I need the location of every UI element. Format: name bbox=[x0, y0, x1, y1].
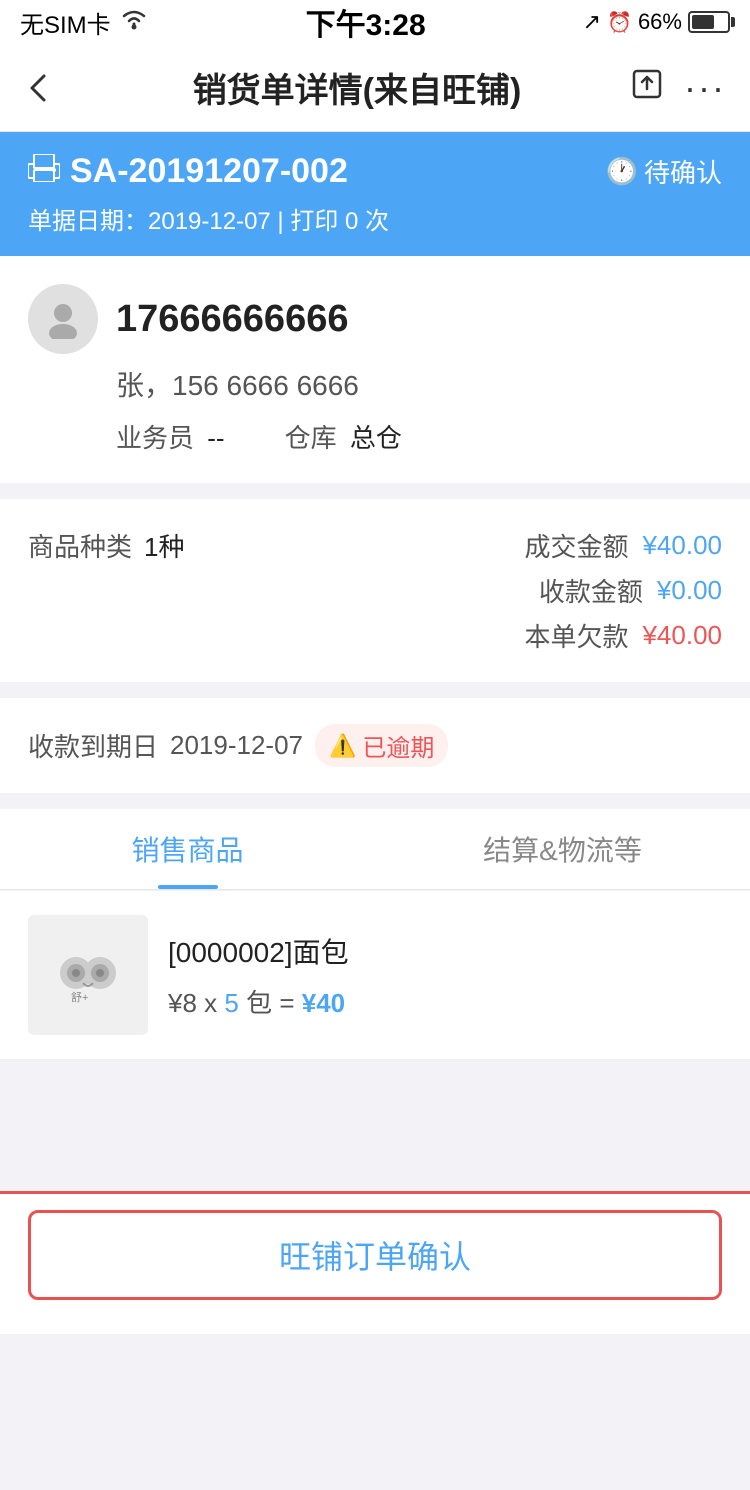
confirm-button[interactable]: 旺铺订单确认 bbox=[28, 1210, 722, 1300]
tabs-bar: 销售商品 结算&物流等 bbox=[0, 809, 750, 889]
product-price-formula: ¥8 x 5 包 = ¥40 bbox=[168, 983, 722, 1020]
bottom-bar: 旺铺订单确认 bbox=[0, 1191, 750, 1334]
owed-amount: 本单欠款 ¥40.00 bbox=[524, 617, 722, 654]
due-label: 收款到期日 bbox=[28, 727, 158, 764]
location-icon: ↗ bbox=[583, 9, 601, 35]
product-info: [0000002]面包 ¥8 x 5 包 = ¥40 bbox=[168, 931, 722, 1020]
battery-percent: 66% bbox=[638, 9, 682, 35]
received-amount: 收款金额 ¥0.00 bbox=[539, 572, 722, 609]
customer-meta: 业务员 -- 仓库 总仓 bbox=[28, 418, 722, 455]
order-status: 🕐 待确认 bbox=[606, 153, 722, 190]
product-thumbnail: 舒+ bbox=[28, 915, 148, 1035]
tab-sales-products[interactable]: 销售商品 bbox=[0, 809, 375, 889]
product-item: 舒+ [0000002]面包 ¥8 x 5 包 = ¥40 bbox=[0, 891, 750, 1060]
tabs-section: 销售商品 结算&物流等 bbox=[0, 809, 750, 890]
more-icon[interactable]: ··· bbox=[684, 67, 726, 109]
due-date-section: 收款到期日 2019-12-07 ⚠️ 已逾期 bbox=[0, 698, 750, 793]
status-carrier: 无SIM卡 bbox=[20, 5, 149, 40]
salesperson-field: 业务员 -- bbox=[116, 418, 225, 455]
status-time: 下午3:28 bbox=[306, 0, 426, 44]
order-date: 单据日期：2019-12-07 | 打印 0 次 bbox=[28, 201, 722, 236]
status-indicators: ↗ ⏰ 66% bbox=[583, 9, 730, 35]
customer-phone: 17666666666 bbox=[116, 298, 348, 341]
wifi-icon bbox=[119, 8, 149, 37]
products-section: 舒+ [0000002]面包 ¥8 x 5 包 = ¥40 bbox=[0, 891, 750, 1060]
order-id: SA-20191207-002 bbox=[28, 152, 348, 191]
tab-settle-logistics[interactable]: 结算&物流等 bbox=[375, 809, 750, 889]
overdue-badge: ⚠️ 已逾期 bbox=[315, 724, 448, 767]
clock-icon: 🕐 bbox=[606, 156, 638, 187]
avatar bbox=[28, 284, 98, 354]
battery-icon bbox=[688, 11, 730, 33]
summary-section: 商品种类 1种 成交金额 ¥40.00 收款金额 ¥0.00 本单欠款 ¥40.… bbox=[0, 499, 750, 682]
product-name: [0000002]面包 bbox=[168, 931, 722, 971]
export-icon[interactable] bbox=[630, 67, 664, 109]
nav-actions: ··· bbox=[630, 67, 726, 109]
summary-amounts: 成交金额 ¥40.00 收款金额 ¥0.00 本单欠款 ¥40.00 bbox=[524, 527, 722, 654]
carrier-text: 无SIM卡 bbox=[20, 5, 111, 40]
warning-icon: ⚠️ bbox=[329, 733, 356, 759]
customer-name: 张，156 6666 6666 bbox=[28, 364, 722, 404]
page-title: 销货单详情(来自旺铺) bbox=[84, 63, 630, 112]
alarm-icon: ⏰ bbox=[607, 10, 632, 35]
customer-section: 17666666666 张，156 6666 6666 业务员 -- 仓库 总仓 bbox=[0, 256, 750, 483]
warehouse-field: 仓库 总仓 bbox=[285, 418, 402, 455]
status-bar: 无SIM卡 下午3:28 ↗ ⏰ 66% bbox=[0, 0, 750, 44]
back-button[interactable] bbox=[24, 66, 84, 110]
summary-left: 商品种类 1种 bbox=[28, 527, 184, 564]
due-date: 2019-12-07 bbox=[170, 730, 303, 761]
svg-text:舒+: 舒+ bbox=[71, 990, 88, 1004]
nav-bar: 销货单详情(来自旺铺) ··· bbox=[0, 44, 750, 132]
deal-amount: 成交金额 ¥40.00 bbox=[524, 527, 722, 564]
order-header: SA-20191207-002 🕐 待确认 单据日期：2019-12-07 | … bbox=[0, 132, 750, 256]
printer-icon bbox=[28, 152, 60, 191]
product-type: 商品种类 1种 bbox=[28, 527, 184, 564]
